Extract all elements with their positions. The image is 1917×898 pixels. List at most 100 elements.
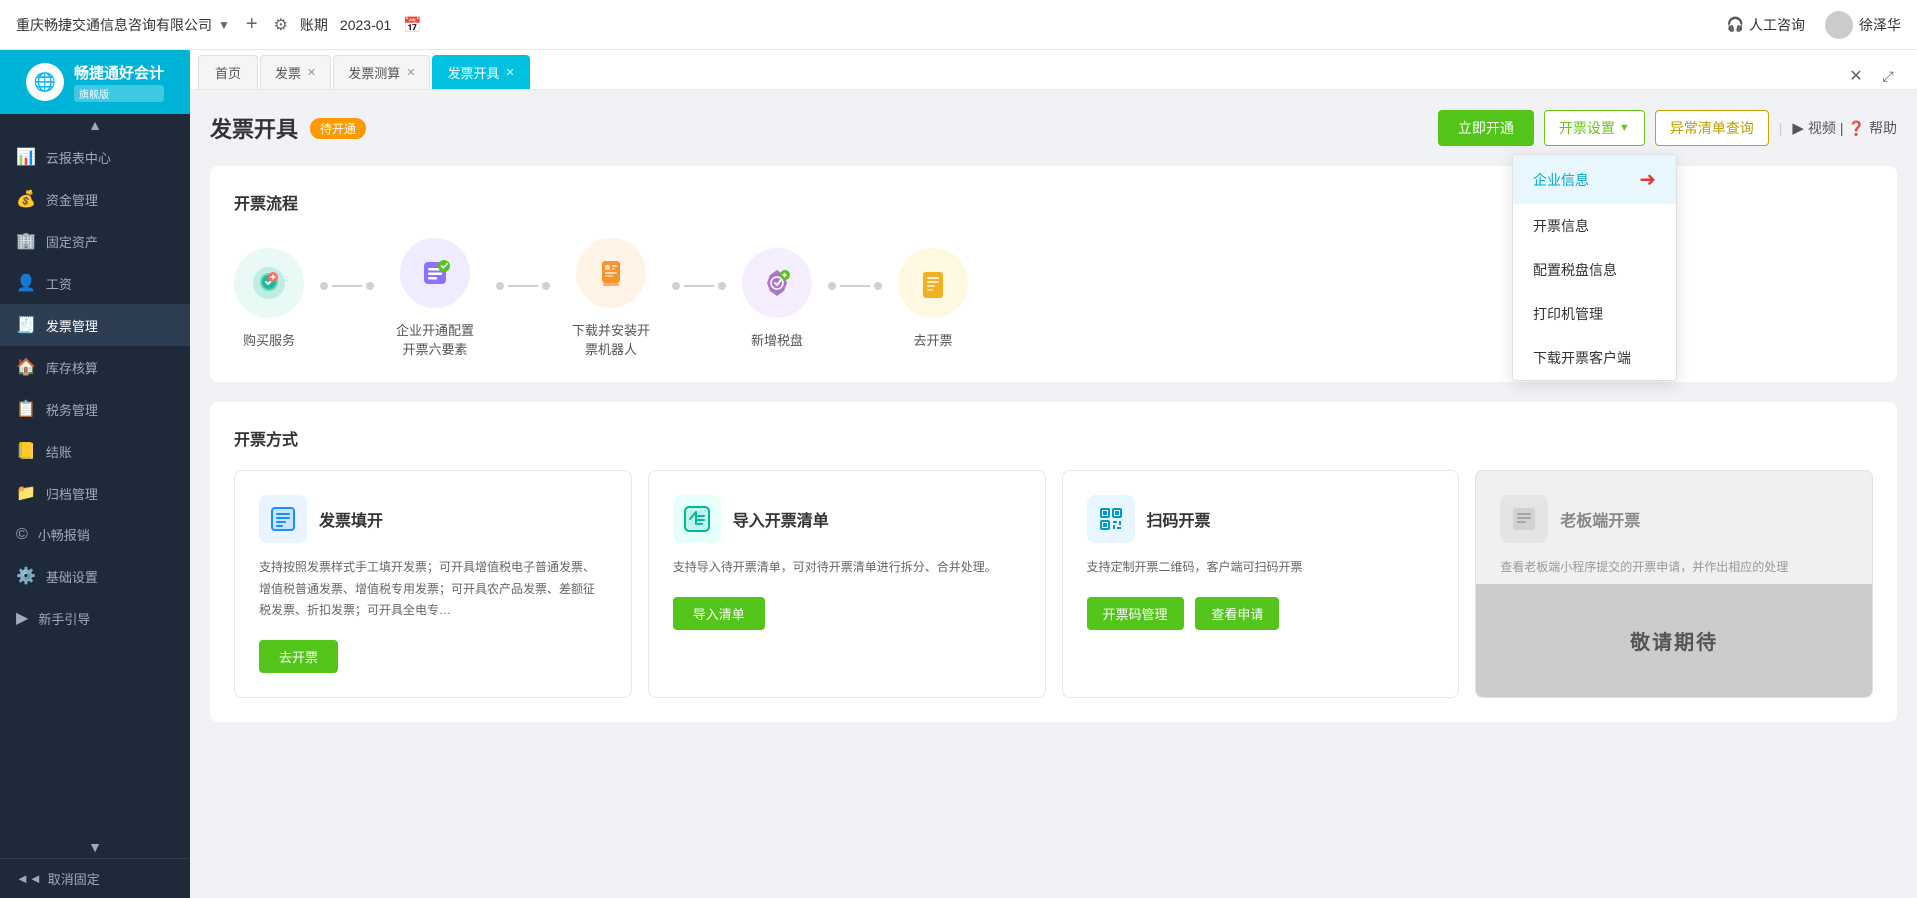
dropdown-item-company[interactable]: 企业信息 ➜ (1513, 155, 1676, 204)
dropdown-company-label: 企业信息 (1533, 170, 1589, 190)
help-label[interactable]: 帮助 (1869, 118, 1897, 138)
dropdown-item-printer[interactable]: 打印机管理 (1513, 292, 1676, 336)
sidebar-label: 发票管理 (46, 316, 98, 335)
dropdown-taxconfig-label: 配置税盘信息 (1533, 262, 1617, 278)
play-circle-icon: ▶ (1792, 119, 1804, 137)
page-actions: 立即开通 开票设置 ▼ 异常清单查询 | ▶ 视频 | ❓ 帮助 (1438, 110, 1897, 146)
sidebar-label: 资金管理 (46, 190, 98, 209)
dropdown-item-invoice[interactable]: 开票信息 (1513, 204, 1676, 248)
sidebar-item-guidang[interactable]: 📁 归档管理 (0, 472, 190, 514)
chevron-down-icon: ▼ (1619, 122, 1630, 134)
c-icon: © (16, 526, 28, 544)
sidebar-item-fapiao[interactable]: 🧾 发票管理 (0, 304, 190, 346)
flow-connector-4 (812, 282, 898, 290)
maximize-window-button[interactable]: ⤢ (1875, 63, 1901, 89)
activate-button[interactable]: 立即开通 (1438, 110, 1534, 146)
page-title: 发票开具 (210, 112, 298, 144)
flow-step-5: 去开票 (898, 248, 968, 349)
method-card-scan: 扫码开票 支持定制开票二维码，客户端可扫码开票 开票码管理 查看申请 (1062, 470, 1460, 698)
method-scan-title: 扫码开票 (1147, 507, 1211, 531)
method-boss-desc: 查看老板端小程序提交的开票申请，并作出相应的处理 (1500, 557, 1848, 579)
gear-icon: ⚙️ (16, 566, 36, 586)
topbar-right: 🎧 人工咨询 徐泽华 (1727, 11, 1901, 39)
methods-title: 开票方式 (234, 426, 1873, 450)
dropdown-printer-label: 打印机管理 (1533, 306, 1603, 322)
sidebar-scroll-up[interactable]: ▲ (0, 114, 190, 136)
tab-close-icon[interactable]: ✕ (506, 66, 515, 79)
logo-icon: 🌐 (26, 63, 64, 101)
tab-close-icon[interactable]: ✕ (406, 66, 415, 79)
sidebar-scroll-down[interactable]: ▼ (0, 836, 190, 858)
flow-step-1: 购买服务 (234, 248, 304, 349)
sidebar-label: 税务管理 (46, 400, 98, 419)
logo-text: 畅捷通好会计 (74, 62, 164, 83)
method-scan-button2[interactable]: 查看申请 (1195, 597, 1279, 630)
dropdown-item-taxconfig[interactable]: 配置税盘信息 (1513, 248, 1676, 292)
sidebar-item-kucun[interactable]: 🏠 库存核算 (0, 346, 190, 388)
sidebar-item-gongzi[interactable]: 👤 工资 (0, 262, 190, 304)
sidebar-label: 新手引导 (38, 609, 90, 628)
method-fill-button[interactable]: 去开票 (259, 640, 338, 673)
user-info[interactable]: 徐泽华 (1825, 11, 1901, 39)
tab-active-label: 发票开具 (447, 63, 499, 82)
human-consult-button[interactable]: 🎧 人工咨询 (1727, 15, 1805, 35)
sidebar-item-gudingzichan[interactable]: 🏢 固定资产 (0, 220, 190, 262)
sidebar-item-yunbao[interactable]: 📊 云报表中心 (0, 136, 190, 178)
sidebar-item-shuiwu[interactable]: 📋 税务管理 (0, 388, 190, 430)
user-name: 徐泽华 (1859, 15, 1901, 35)
settings-button[interactable]: 开票设置 ▼ (1544, 110, 1645, 146)
sidebar-label: 库存核算 (46, 358, 98, 377)
flow-step-3: 下载并安装开票机器人 (566, 238, 656, 358)
sidebar-item-zijin[interactable]: 💰 资金管理 (0, 178, 190, 220)
red-arrow-icon: ➜ (1639, 167, 1656, 192)
sidebar-logo: 🌐 畅捷通好会计 旗舰版 (0, 50, 190, 114)
sidebar-item-xiaochang[interactable]: © 小畅报销 (0, 514, 190, 555)
sidebar-item-xinshou[interactable]: ▶ 新手引导 (0, 597, 190, 639)
dropdown-item-download[interactable]: 下载开票客户端 (1513, 336, 1676, 380)
tab-home[interactable]: 首页 (198, 55, 258, 89)
method-scan-button1[interactable]: 开票码管理 (1087, 597, 1184, 630)
method-scan-desc: 支持定制开票二维码，客户端可扫码开票 (1087, 557, 1435, 579)
divider: | (1779, 120, 1783, 136)
sidebar-label: 云报表中心 (46, 148, 111, 167)
unpin-icon: ◄◄ (16, 871, 42, 886)
logo-badge: 旗舰版 (74, 85, 164, 102)
settings-icon[interactable]: ⚙ (274, 15, 288, 35)
book-icon: 📒 (16, 441, 36, 461)
sidebar-item-jiezhang[interactable]: 📒 结账 (0, 430, 190, 472)
building-icon: 🏢 (16, 231, 36, 251)
flow-step-4-label: 新增税盘 (751, 330, 803, 349)
flow-step-1-label: 购买服务 (243, 330, 295, 349)
dropdown-invoice-label: 开票信息 (1533, 218, 1589, 234)
money-icon: 💰 (16, 189, 36, 209)
user-avatar (1825, 11, 1853, 39)
tax-icon: 📋 (16, 399, 36, 419)
tab-fapiao[interactable]: 发票 ✕ (260, 55, 331, 89)
close-window-button[interactable]: ✕ (1843, 63, 1869, 89)
tab-fapiao-active[interactable]: 发票开具 ✕ (432, 55, 529, 89)
methods-grid: 发票填开 支持按照发票样式手工填开发票；可开具增值税电子普通发票、增值税普通发票… (234, 470, 1873, 698)
method-card-fill: 发票填开 支持按照发票样式手工填开发票；可开具增值税电子普通发票、增值税普通发票… (234, 470, 632, 698)
add-tab-button[interactable]: + (242, 9, 262, 40)
video-label[interactable]: 视频 (1808, 118, 1836, 138)
tab-close-icon[interactable]: ✕ (307, 66, 316, 79)
tab-calc-label: 发票测算 (348, 63, 400, 82)
sidebar-label: 基础设置 (46, 567, 98, 586)
calendar-icon[interactable]: 📅 (403, 16, 422, 34)
page-title-area: 发票开具 待开通 (210, 112, 366, 144)
flow-connector-1 (304, 282, 390, 290)
method-boss-title: 老板端开票 (1560, 507, 1640, 531)
anomaly-button[interactable]: 异常清单查询 (1655, 110, 1769, 146)
warehouse-icon: 🏠 (16, 357, 36, 377)
company-selector[interactable]: 重庆畅捷交通信息咨询有限公司 ▼ (16, 15, 230, 35)
method-card-import: 导入开票清单 支持导入待开票清单，可对待开票清单进行拆分、合并处理。 导入清单 (648, 470, 1046, 698)
methods-section: 开票方式 发票填开 支持按照发票样式手工填开发票；可开具增值税电子普通发票、增值… (210, 402, 1897, 722)
video-help-area: ▶ 视频 | ❓ 帮助 (1792, 118, 1897, 138)
archive-icon: 📁 (16, 483, 36, 503)
method-card-boss: 老板端开票 查看老板端小程序提交的开票申请，并作出相应的处理 敬请期待 (1475, 470, 1873, 698)
consult-label: 人工咨询 (1749, 15, 1805, 35)
cancel-fixed-button[interactable]: ◄◄ 取消固定 (0, 858, 190, 898)
sidebar-item-jichushezhi[interactable]: ⚙️ 基础设置 (0, 555, 190, 597)
tab-fapiao-calc[interactable]: 发票测算 ✕ (333, 55, 430, 89)
method-import-button[interactable]: 导入清单 (673, 597, 765, 630)
